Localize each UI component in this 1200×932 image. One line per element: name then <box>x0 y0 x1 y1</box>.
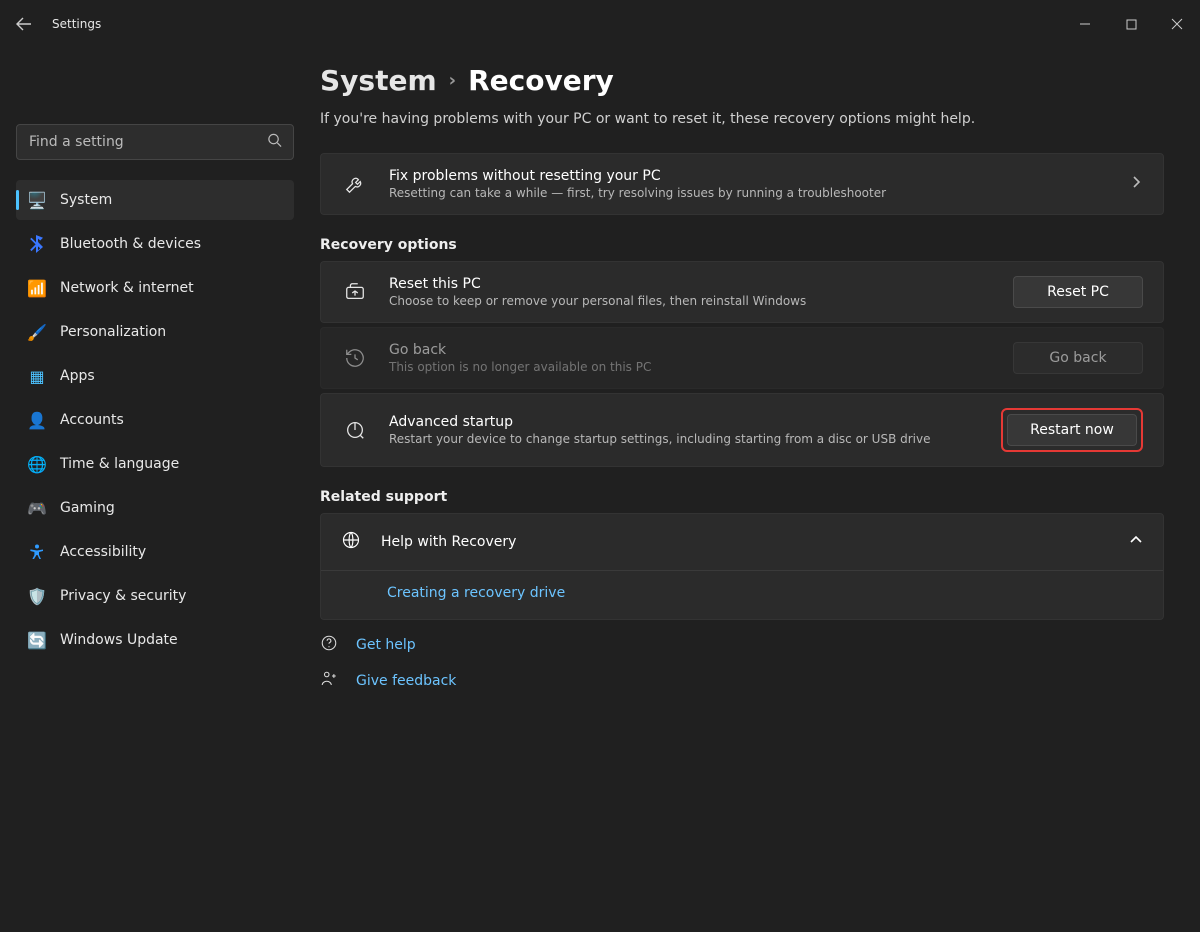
sidebar-item-label: Privacy & security <box>60 588 186 604</box>
help-icon <box>320 634 340 656</box>
back-button[interactable] <box>8 8 40 40</box>
search-input[interactable] <box>16 124 294 160</box>
sidebar-item-personalization[interactable]: 🖌️ Personalization <box>16 312 294 352</box>
card-desc: Resetting can take a while — first, try … <box>389 186 1109 200</box>
sidebar-item-privacy[interactable]: 🛡️ Privacy & security <box>16 576 294 616</box>
sidebar-item-gaming[interactable]: 🎮 Gaming <box>16 488 294 528</box>
sidebar-item-label: Bluetooth & devices <box>60 236 201 252</box>
sidebar-item-network[interactable]: 📶 Network & internet <box>16 268 294 308</box>
restart-now-button[interactable]: Restart now <box>1007 414 1137 446</box>
wifi-icon: 📶 <box>28 279 46 297</box>
help-recovery-expander: Help with Recovery Creating a recovery d… <box>320 513 1164 620</box>
window-controls <box>1062 8 1200 40</box>
give-feedback-row[interactable]: Give feedback <box>320 670 1164 692</box>
chevron-right-icon <box>1129 175 1143 193</box>
breadcrumb-current: Recovery <box>468 64 614 97</box>
search-container <box>16 124 294 160</box>
sidebar-item-label: Windows Update <box>60 632 178 648</box>
chevron-right-icon: › <box>449 70 456 91</box>
maximize-button[interactable] <box>1108 8 1154 40</box>
sidebar-item-label: System <box>60 192 112 208</box>
shield-icon: 🛡️ <box>28 587 46 605</box>
card-title: Reset this PC <box>389 276 993 292</box>
breadcrumb-parent[interactable]: System <box>320 64 437 97</box>
card-desc: This option is no longer available on th… <box>389 360 993 374</box>
globe-icon <box>341 530 361 554</box>
card-desc: Restart your device to change startup se… <box>389 432 981 446</box>
section-title-recovery: Recovery options <box>320 237 1164 253</box>
sidebar-item-label: Personalization <box>60 324 166 340</box>
card-title: Fix problems without resetting your PC <box>389 168 1109 184</box>
bluetooth-icon <box>28 235 46 253</box>
clock-icon: 🌐 <box>28 455 46 473</box>
window-title: Settings <box>52 17 101 31</box>
get-help-link[interactable]: Get help <box>356 637 416 653</box>
wrench-icon <box>341 170 369 198</box>
sidebar-item-update[interactable]: 🔄 Windows Update <box>16 620 294 660</box>
card-title: Go back <box>389 342 993 358</box>
card-desc: Choose to keep or remove your personal f… <box>389 294 993 308</box>
breadcrumb: System › Recovery <box>320 64 1164 97</box>
card-title: Advanced startup <box>389 414 981 430</box>
feedback-icon <box>320 670 340 692</box>
go-back-card: Go back This option is no longer availab… <box>320 327 1164 389</box>
reset-pc-button[interactable]: Reset PC <box>1013 276 1143 308</box>
power-settings-icon <box>341 416 369 444</box>
history-icon <box>341 344 369 372</box>
sidebar-item-accounts[interactable]: 👤 Accounts <box>16 400 294 440</box>
intro-text: If you're having problems with your PC o… <box>320 111 1164 127</box>
sidebar-item-time[interactable]: 🌐 Time & language <box>16 444 294 484</box>
gamepad-icon: 🎮 <box>28 499 46 517</box>
sidebar-item-label: Network & internet <box>60 280 194 296</box>
expander-title: Help with Recovery <box>381 534 516 550</box>
person-icon: 👤 <box>28 411 46 429</box>
sidebar-item-label: Gaming <box>60 500 115 516</box>
go-back-button: Go back <box>1013 342 1143 374</box>
main-content: System › Recovery If you're having probl… <box>310 48 1200 932</box>
restart-now-highlight: Restart now <box>1001 408 1143 452</box>
advanced-startup-card[interactable]: Advanced startup Restart your device to … <box>320 393 1164 467</box>
title-bar: Settings <box>0 0 1200 48</box>
sidebar-item-accessibility[interactable]: Accessibility <box>16 532 294 572</box>
sidebar-item-system[interactable]: 🖥️ System <box>16 180 294 220</box>
fix-problems-card[interactable]: Fix problems without resetting your PC R… <box>320 153 1164 215</box>
chevron-up-icon <box>1129 533 1143 551</box>
give-feedback-link[interactable]: Give feedback <box>356 673 456 689</box>
sidebar-item-label: Time & language <box>60 456 179 472</box>
sidebar: 🖥️ System Bluetooth & devices 📶 Network … <box>0 48 310 932</box>
sidebar-item-label: Accounts <box>60 412 124 428</box>
expander-head[interactable]: Help with Recovery <box>321 514 1163 570</box>
recovery-drive-link[interactable]: Creating a recovery drive <box>387 585 565 601</box>
sidebar-item-bluetooth[interactable]: Bluetooth & devices <box>16 224 294 264</box>
close-button[interactable] <box>1154 8 1200 40</box>
update-icon: 🔄 <box>28 631 46 649</box>
section-title-related: Related support <box>320 489 1164 505</box>
minimize-button[interactable] <box>1062 8 1108 40</box>
system-icon: 🖥️ <box>28 191 46 209</box>
sidebar-item-apps[interactable]: ▦ Apps <box>16 356 294 396</box>
paintbrush-icon: 🖌️ <box>28 323 46 341</box>
get-help-row[interactable]: Get help <box>320 634 1164 656</box>
accessibility-icon <box>28 543 46 561</box>
sidebar-item-label: Accessibility <box>60 544 146 560</box>
sidebar-item-label: Apps <box>60 368 95 384</box>
reset-pc-card[interactable]: Reset this PC Choose to keep or remove y… <box>320 261 1164 323</box>
reset-icon <box>341 278 369 306</box>
search-icon <box>267 133 282 152</box>
apps-icon: ▦ <box>28 367 46 385</box>
